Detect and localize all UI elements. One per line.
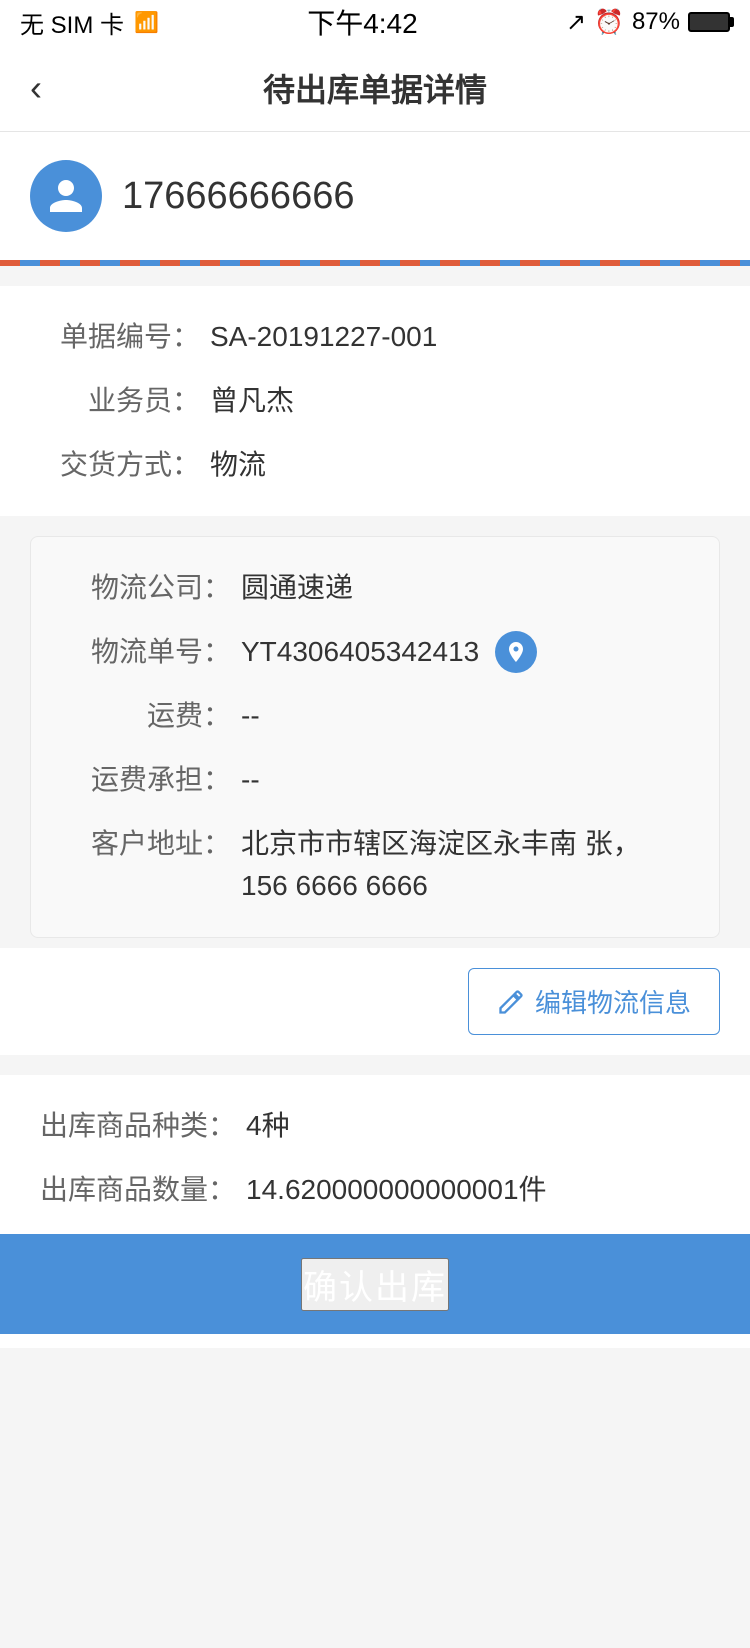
- edit-logistics-button[interactable]: 编辑物流信息: [468, 968, 720, 1035]
- goods-types-row: 出库商品种类： 4种: [40, 1105, 710, 1147]
- tracking-number: YT43064053424​13: [241, 631, 479, 673]
- status-time: 下午4:42: [307, 2, 418, 42]
- battery-text: 87%: [632, 8, 680, 36]
- address-value: 北京市市辖区海淀区永丰南 张，156 6666 6666: [241, 823, 679, 907]
- freight-bearer-row: 运费承担： --: [71, 759, 679, 801]
- agent-label: 业务员：: [40, 380, 200, 422]
- order-info-section: 单据编号： SA-20191227-001 业务员： 曾凡杰 交货方式： 物流: [0, 286, 750, 516]
- dashed-divider: [0, 260, 750, 266]
- freight-value: --: [241, 695, 679, 737]
- logistics-company-label: 物流公司：: [71, 567, 231, 609]
- address-row: 客户地址： 北京市市辖区海淀区永丰南 张，156 6666 6666: [71, 823, 679, 907]
- logistics-company-row: 物流公司： 圆通速递: [71, 567, 679, 609]
- agent-row: 业务员： 曾凡杰: [40, 380, 710, 422]
- avatar: [30, 160, 102, 232]
- goods-quantity-row: 出库商品数量： 14.620000000000001件: [40, 1169, 710, 1211]
- alarm-icon: ⏰: [594, 8, 624, 37]
- freight-bearer-label: 运费承担：: [71, 759, 231, 801]
- logistics-card: 物流公司： 圆通速递 物流单号： YT43064053424​13 运费： --…: [30, 536, 720, 938]
- delivery-value: 物流: [210, 444, 710, 486]
- delivery-label: 交货方式：: [40, 444, 200, 486]
- status-left: 无 SIM 卡 📶: [20, 5, 159, 40]
- carrier-text: 无 SIM 卡: [20, 5, 124, 40]
- person-icon: [46, 176, 86, 216]
- order-no-value: SA-20191227-001: [210, 316, 710, 358]
- status-right: ↗ ⏰ 87%: [566, 8, 730, 37]
- freight-label: 运费：: [71, 695, 231, 737]
- bottom-bar: 确认出库: [0, 1234, 750, 1334]
- empty-space: [0, 1348, 750, 1548]
- tracking-location-icon[interactable]: [495, 631, 537, 673]
- nav-bar: ‹ 待出库单据详情: [0, 44, 750, 132]
- freight-row: 运费： --: [71, 695, 679, 737]
- customer-header: 17666666666: [0, 132, 750, 260]
- delivery-row: 交货方式： 物流: [40, 444, 710, 486]
- status-bar: 无 SIM 卡 📶 下午4:42 ↗ ⏰ 87%: [0, 0, 750, 44]
- back-button[interactable]: ‹: [30, 67, 42, 109]
- location-status-icon: ↗: [566, 8, 586, 37]
- goods-quantity-value: 14.620000000000001件: [246, 1169, 710, 1211]
- goods-quantity-label: 出库商品数量：: [40, 1169, 236, 1211]
- customer-phone: 17666666666: [122, 175, 354, 218]
- confirm-button[interactable]: 确认出库: [301, 1258, 449, 1311]
- battery-icon: [688, 12, 730, 32]
- goods-types-label: 出库商品种类：: [40, 1105, 236, 1147]
- edit-logistics-label: 编辑物流信息: [535, 983, 691, 1020]
- address-label: 客户地址：: [71, 823, 231, 865]
- goods-section: 出库商品种类： 4种 出库商品数量： 14.620000000000001件: [0, 1075, 750, 1241]
- wifi-icon: 📶: [134, 10, 159, 35]
- order-no-row: 单据编号： SA-20191227-001: [40, 316, 710, 358]
- order-no-label: 单据编号：: [40, 316, 200, 358]
- map-pin-icon: [504, 640, 528, 664]
- goods-types-value: 4种: [246, 1105, 710, 1147]
- section-divider-1: [0, 1055, 750, 1075]
- agent-value: 曾凡杰: [210, 380, 710, 422]
- edit-icon: [497, 988, 525, 1016]
- logistics-company-value: 圆通速递: [241, 567, 679, 609]
- tracking-value-container: YT43064053424​13: [241, 631, 679, 673]
- tracking-label: 物流单号：: [71, 631, 231, 673]
- page-title: 待出库单据详情: [263, 65, 487, 111]
- freight-bearer-value: --: [241, 759, 679, 801]
- edit-logistics-row: 编辑物流信息: [0, 948, 750, 1055]
- tracking-row: 物流单号： YT43064053424​13: [71, 631, 679, 673]
